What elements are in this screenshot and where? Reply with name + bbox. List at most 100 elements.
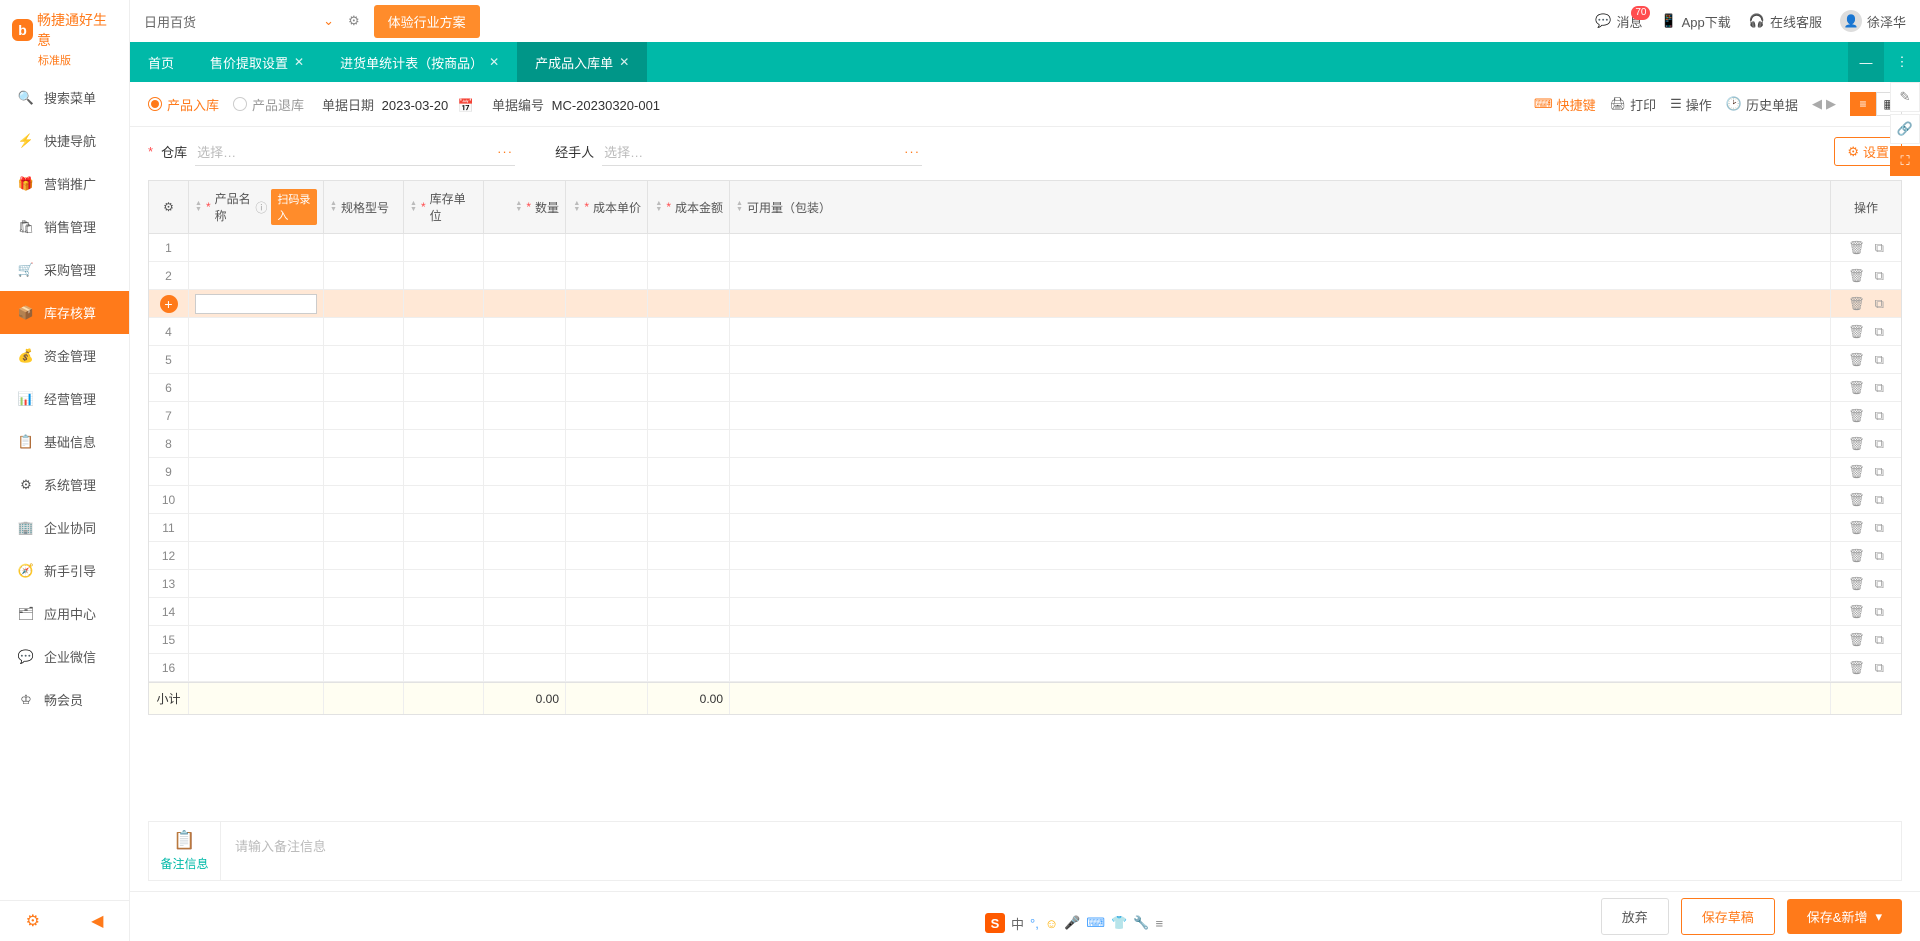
rail-edit-icon[interactable]: ✎ xyxy=(1890,82,1920,112)
view-list-button[interactable]: ≡ xyxy=(1850,92,1876,116)
sidebar-item-4[interactable]: 🛒采购管理 xyxy=(0,248,129,291)
copy-row-icon[interactable]: ⧉ xyxy=(1875,352,1884,368)
table-row[interactable]: 8🗑⧉ xyxy=(149,430,1901,458)
close-icon[interactable]: ✕ xyxy=(489,55,499,69)
col-spec[interactable]: ▲▼规格型号 xyxy=(324,181,404,233)
delete-row-icon[interactable]: 🗑 xyxy=(1848,268,1865,284)
sidebar-item-10[interactable]: 🏢企业协同 xyxy=(0,506,129,549)
scan-entry-button[interactable]: 扫码录入 xyxy=(271,189,317,225)
app-download-button[interactable]: 📱 App下载 xyxy=(1660,12,1730,31)
collapse-icon[interactable]: ◀ xyxy=(91,911,103,931)
delete-row-icon[interactable]: 🗑 xyxy=(1848,408,1865,424)
prev-doc-icon[interactable]: ◀ xyxy=(1812,96,1822,112)
tab-minimize-button[interactable]: — xyxy=(1848,42,1884,82)
table-row[interactable]: + 🗑 ⧉ xyxy=(149,290,1901,318)
table-row[interactable]: 5🗑⧉ xyxy=(149,346,1901,374)
delete-row-icon[interactable]: 🗑 xyxy=(1848,352,1865,368)
close-icon[interactable]: ✕ xyxy=(294,55,304,69)
sidebar-item-14[interactable]: ♔畅会员 xyxy=(0,678,129,721)
table-row[interactable]: 6🗑⧉ xyxy=(149,374,1901,402)
remark-input[interactable]: 请输入备注信息 xyxy=(221,822,1901,880)
copy-row-icon[interactable]: ⧉ xyxy=(1875,464,1884,480)
sidebar-item-6[interactable]: 💰资金管理 xyxy=(0,334,129,377)
ime-keyboard-icon[interactable]: ⌨ xyxy=(1086,915,1105,931)
rail-expand-icon[interactable]: ⛶ xyxy=(1890,146,1920,176)
doc-date-value[interactable]: 2023-03-20 xyxy=(382,98,449,113)
col-available[interactable]: ▲▼可用量（包装） xyxy=(730,181,1831,233)
copy-row-icon[interactable]: ⧉ xyxy=(1875,492,1884,508)
delete-row-icon[interactable]: 🗑 xyxy=(1848,464,1865,480)
sidebar-item-9[interactable]: ⚙系统管理 xyxy=(0,463,129,506)
delete-row-icon[interactable]: 🗑 xyxy=(1848,240,1865,256)
copy-row-icon[interactable]: ⧉ xyxy=(1875,296,1884,312)
operate-button[interactable]: ☰操作 xyxy=(1670,95,1712,114)
copy-row-icon[interactable]: ⧉ xyxy=(1875,604,1884,620)
copy-row-icon[interactable]: ⧉ xyxy=(1875,632,1884,648)
print-button[interactable]: 🖨打印 xyxy=(1610,95,1657,114)
copy-row-icon[interactable]: ⧉ xyxy=(1875,548,1884,564)
delete-row-icon[interactable]: 🗑 xyxy=(1848,296,1865,312)
copy-row-icon[interactable]: ⧉ xyxy=(1875,436,1884,452)
more-icon[interactable]: ··· xyxy=(904,144,920,159)
delete-row-icon[interactable]: 🗑 xyxy=(1848,604,1865,620)
remark-tab[interactable]: 📋 备注信息 xyxy=(149,822,221,880)
sidebar-item-3[interactable]: 🛍销售管理 xyxy=(0,205,129,248)
save-new-button[interactable]: 保存&新增 ▾ xyxy=(1787,899,1902,934)
copy-row-icon[interactable]: ⧉ xyxy=(1875,268,1884,284)
tab-3[interactable]: 产成品入库单✕ xyxy=(517,42,647,82)
calendar-icon[interactable]: 📅 xyxy=(458,98,474,113)
tab-menu-button[interactable]: ⋮ xyxy=(1884,42,1920,82)
delete-row-icon[interactable]: 🗑 xyxy=(1848,660,1865,676)
ime-mic-icon[interactable]: 🎤 xyxy=(1064,915,1080,931)
table-row[interactable]: 11🗑⧉ xyxy=(149,514,1901,542)
ime-menu-icon[interactable]: ≡ xyxy=(1155,916,1163,931)
ime-tool-icon[interactable]: 🔧 xyxy=(1133,915,1149,931)
tab-2[interactable]: 进货单统计表（按商品）✕ xyxy=(322,42,517,82)
handler-input[interactable]: 选择… ··· xyxy=(602,138,922,166)
delete-row-icon[interactable]: 🗑 xyxy=(1848,548,1865,564)
sidebar-item-13[interactable]: 💬企业微信 xyxy=(0,635,129,678)
radio-product-out[interactable]: 产品退库 xyxy=(233,95,304,114)
delete-row-icon[interactable]: 🗑 xyxy=(1848,520,1865,536)
col-settings-icon[interactable]: ⚙ xyxy=(149,181,189,233)
copy-row-icon[interactable]: ⧉ xyxy=(1875,576,1884,592)
more-icon[interactable]: ··· xyxy=(497,144,513,159)
add-row-icon[interactable]: + xyxy=(160,295,178,313)
settings-icon[interactable]: ⚙ xyxy=(26,911,40,931)
table-row[interactable]: 4🗑⧉ xyxy=(149,318,1901,346)
department-select[interactable]: 日用百货 ⌄ xyxy=(144,12,334,31)
sidebar-item-5[interactable]: 📦库存核算 xyxy=(0,291,129,334)
radio-product-in[interactable]: 产品入库 xyxy=(148,95,219,114)
ime-person-icon[interactable]: 👕 xyxy=(1111,915,1127,931)
sidebar-item-7[interactable]: 📊经营管理 xyxy=(0,377,129,420)
col-product-name[interactable]: ▲▼ *产品名称 ⓘ 扫码录入 xyxy=(189,181,324,233)
delete-row-icon[interactable]: 🗑 xyxy=(1848,324,1865,340)
sidebar-item-1[interactable]: ⚡快捷导航 xyxy=(0,119,129,162)
table-row[interactable]: 7🗑⧉ xyxy=(149,402,1901,430)
copy-row-icon[interactable]: ⧉ xyxy=(1875,324,1884,340)
delete-row-icon[interactable]: 🗑 xyxy=(1848,632,1865,648)
online-service-button[interactable]: 🎧 在线客服 xyxy=(1749,12,1822,31)
discard-button[interactable]: 放弃 xyxy=(1601,898,1669,935)
sidebar-item-11[interactable]: 🧭新手引导 xyxy=(0,549,129,592)
delete-row-icon[interactable]: 🗑 xyxy=(1848,576,1865,592)
table-row[interactable]: 1🗑⧉ xyxy=(149,234,1901,262)
table-row[interactable]: 16🗑⧉ xyxy=(149,654,1901,682)
table-row[interactable]: 13🗑⧉ xyxy=(149,570,1901,598)
user-menu[interactable]: 👤 徐泽华 xyxy=(1840,10,1906,32)
sidebar-item-2[interactable]: 🎁营销推广 xyxy=(0,162,129,205)
copy-row-icon[interactable]: ⧉ xyxy=(1875,380,1884,396)
copy-row-icon[interactable]: ⧉ xyxy=(1875,408,1884,424)
col-price[interactable]: ▲▼*成本单价 xyxy=(566,181,648,233)
next-doc-icon[interactable]: ▶ xyxy=(1826,96,1836,112)
table-row[interactable]: 2🗑⧉ xyxy=(149,262,1901,290)
ime-dot-icon[interactable]: °, xyxy=(1030,916,1039,931)
delete-row-icon[interactable]: 🗑 xyxy=(1848,380,1865,396)
copy-row-icon[interactable]: ⧉ xyxy=(1875,240,1884,256)
warehouse-input[interactable]: 选择… ··· xyxy=(195,138,515,166)
rail-link-icon[interactable]: 🔗 xyxy=(1890,114,1920,144)
save-draft-button[interactable]: 保存草稿 xyxy=(1681,898,1775,935)
sidebar-item-8[interactable]: 📋基础信息 xyxy=(0,420,129,463)
delete-row-icon[interactable]: 🗑 xyxy=(1848,436,1865,452)
help-icon[interactable]: ⓘ xyxy=(255,199,267,216)
